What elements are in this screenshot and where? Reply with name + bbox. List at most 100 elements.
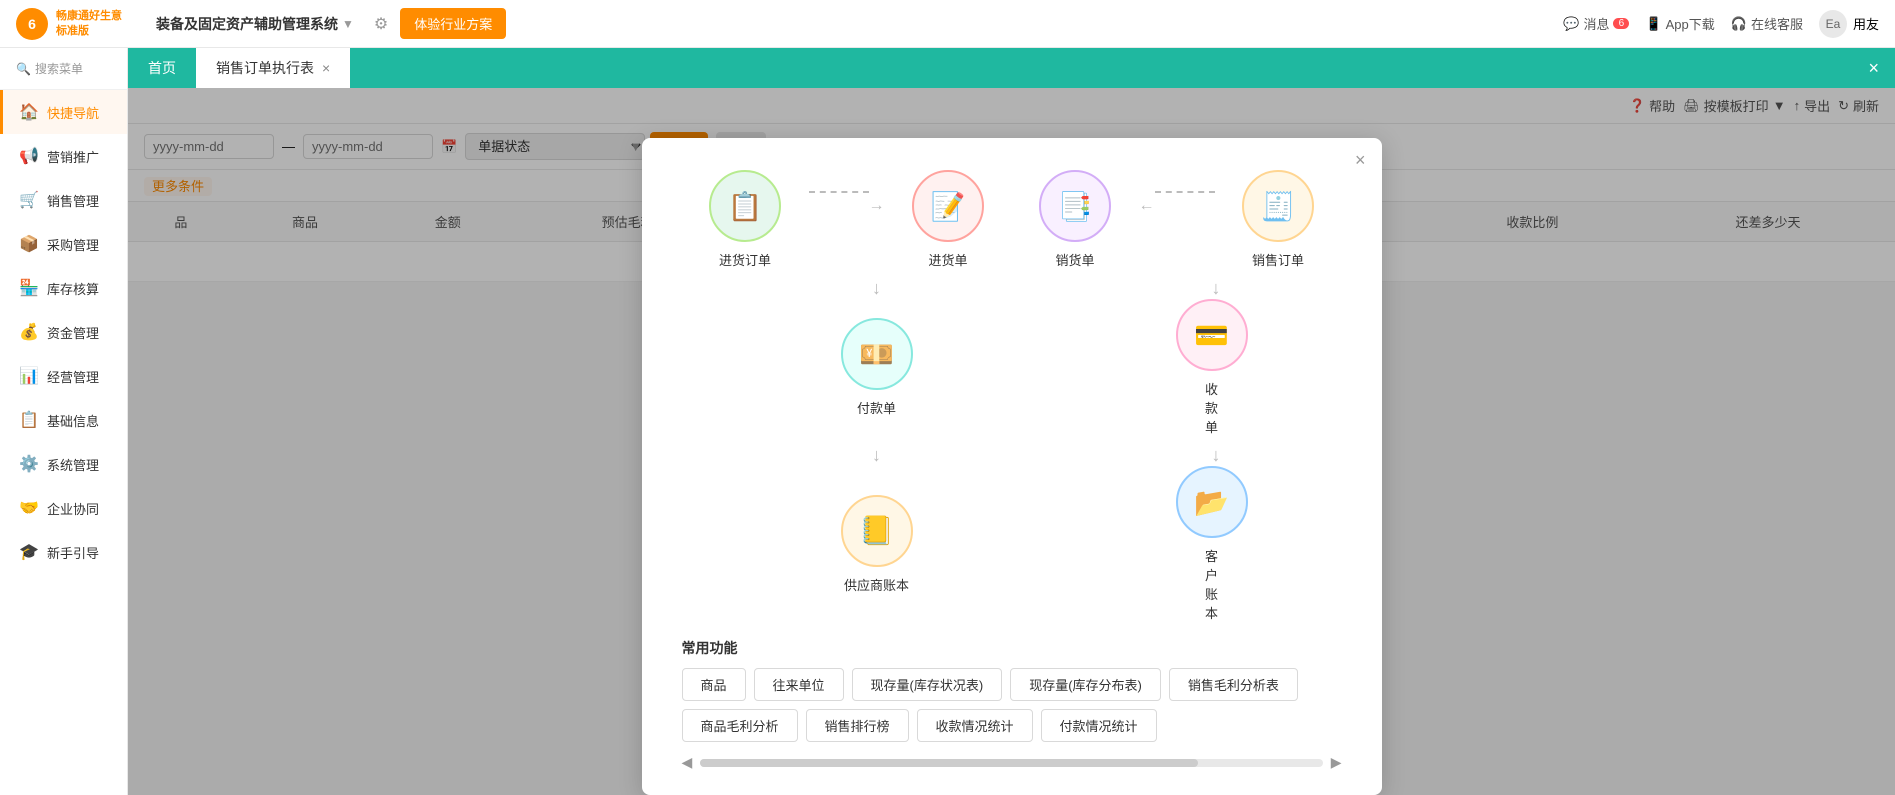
user-area[interactable]: Ea 用友 <box>1819 10 1879 38</box>
flow-node-supplier-ledger: 📒 供应商账本 <box>812 495 942 594</box>
logo-area: 6 畅康通好生意 标准版 <box>16 8 144 40</box>
flow-row-2: 💴 付款单 💳 收款单 <box>682 299 1342 436</box>
sidebar-nav: 🏠 快捷导航 📢营销推广 🛒 销售管理 📦 采购管理 🏪库存核算💰资金管理 📊 经营管理 📋基础信息… <box>0 90 127 574</box>
down-arrow-receipt: ↓ <box>1212 444 1342 466</box>
func-btn-2[interactable]: 现存量(库存状况表) <box>852 668 1003 701</box>
flow-node-customer-ledger: 📂 客户账本 <box>1212 466 1342 622</box>
app-download-button[interactable]: 📱 App下载 <box>1645 14 1714 33</box>
newbie-nav-icon: 🎓 <box>19 542 39 562</box>
sales-bill-icon: 📑 <box>1058 190 1093 223</box>
dashed-line-2 <box>1155 191 1215 193</box>
tab-sales-order-exec[interactable]: 销售订单执行表 × <box>196 48 350 88</box>
tab-bar-close-icon[interactable]: × <box>1868 58 1879 78</box>
func-btn-0[interactable]: 商品 <box>682 668 746 701</box>
customer-ledger-circle[interactable]: 📂 <box>1176 466 1248 538</box>
down-arrow-purchase: ↓ <box>812 277 942 299</box>
logo-icon: 6 <box>16 8 48 40</box>
operations-nav-icon: 📊 <box>19 366 39 386</box>
tab-close-icon[interactable]: × <box>322 60 330 76</box>
main-area: 🔍 搜索菜单 🏠 快捷导航 📢营销推广 🛒 销售管理 📦 采购管理 🏪库存核算💰资金管理 📊 经营… <box>0 48 1895 795</box>
sidebar-item-purchase[interactable]: 📦 采购管理 <box>0 222 127 266</box>
receipt-circle[interactable]: 💳 <box>1176 299 1248 371</box>
supplier-ledger-label: 供应商账本 <box>844 575 909 594</box>
sales-nav-label: 销售管理 <box>47 191 99 210</box>
message-icon: 💬 <box>1563 16 1579 32</box>
app-container: 6 畅康通好生意 标准版 装备及固定资产辅助管理系统 ▼ ⚙ 体验行业方案 💬 … <box>0 0 1895 795</box>
trial-button[interactable]: 体验行业方案 <box>400 8 506 39</box>
sidebar-search-area[interactable]: 🔍 搜索菜单 <box>0 48 127 90</box>
sales-order-label: 销售订单 <box>1252 250 1304 269</box>
left-arrow-2: ← <box>1139 197 1155 215</box>
quick-nav-label: 快捷导航 <box>47 103 99 122</box>
func-btn-7[interactable]: 收款情况统计 <box>917 709 1033 742</box>
arrow-1: → <box>809 191 885 249</box>
payment-label: 付款单 <box>857 398 896 417</box>
sales-order-icon: 🧾 <box>1261 190 1296 223</box>
purchase-bill-icon: 📝 <box>931 190 966 223</box>
dropdown-arrow-icon[interactable]: ▼ <box>342 17 354 31</box>
sidebar-item-inventory[interactable]: 🏪库存核算 <box>0 266 127 310</box>
common-func-title: 常用功能 <box>682 638 1342 658</box>
sidebar-item-finance[interactable]: 💰资金管理 <box>0 310 127 354</box>
purchase-order-circle[interactable]: 📋 <box>709 170 781 242</box>
page-content: ❓ 帮助 🖨 按模板打印 ▼ ↑ 导出 <box>128 88 1895 795</box>
func-btn-6[interactable]: 销售排行榜 <box>806 709 909 742</box>
arrow-2: ← <box>1139 191 1215 249</box>
supplier-ledger-circle[interactable]: 📒 <box>841 495 913 567</box>
sidebar-item-quick[interactable]: 🏠 快捷导航 <box>0 90 127 134</box>
flow-node-sales-order: 🧾 销售订单 <box>1215 170 1342 269</box>
down-arrow-sales: ↓ <box>1212 277 1342 299</box>
top-right-actions: 💬 消息 6 📱 App下载 🎧 在线客服 Ea 用友 <box>1563 10 1879 38</box>
system-title: 装备及固定资产辅助管理系统 ▼ <box>156 14 354 34</box>
sales-bill-circle[interactable]: 📑 <box>1039 170 1111 242</box>
sidebar-item-basic[interactable]: 📋基础信息 <box>0 398 127 442</box>
receipt-label: 收款单 <box>1205 379 1218 436</box>
modal-close-button[interactable]: × <box>1355 150 1366 171</box>
headset-icon: 🎧 <box>1731 16 1747 32</box>
avatar: Ea <box>1819 10 1847 38</box>
func-btn-3[interactable]: 现存量(库存分布表) <box>1010 668 1161 701</box>
func-btn-8[interactable]: 付款情况统计 <box>1041 709 1157 742</box>
sidebar-item-marketing[interactable]: 📢营销推广 <box>0 134 127 178</box>
search-icon: 🔍 <box>16 62 31 76</box>
sidebar-item-operations[interactable]: 📊 经营管理 <box>0 354 127 398</box>
purchase-bill-circle[interactable]: 📝 <box>912 170 984 242</box>
func-buttons: 商品往来单位现存量(库存状况表)现存量(库存分布表)销售毛利分析表商品毛利分析销… <box>682 668 1342 742</box>
payment-icon: 💴 <box>859 338 894 371</box>
message-button[interactable]: 💬 消息 6 <box>1563 14 1629 33</box>
func-btn-1[interactable]: 往来单位 <box>754 668 844 701</box>
sidebar-item-system[interactable]: ⚙️系统管理 <box>0 442 127 486</box>
flow-node-payment: 💴 付款单 <box>812 318 942 417</box>
quick-nav-icon: 🏠 <box>19 102 39 122</box>
sidebar: 🔍 搜索菜单 🏠 快捷导航 📢营销推广 🛒 销售管理 📦 采购管理 🏪库存核算💰资金管理 📊 经营… <box>0 48 128 795</box>
purchase-nav-label: 采购管理 <box>47 235 99 254</box>
scroll-left-icon[interactable]: ◀ <box>682 754 693 771</box>
func-btn-4[interactable]: 销售毛利分析表 <box>1169 668 1298 701</box>
system-nav-label: 系统管理 <box>47 455 99 474</box>
inventory-nav-icon: 🏪 <box>19 278 39 298</box>
sales-nav-icon: 🛒 <box>19 190 39 210</box>
sidebar-item-sales[interactable]: 🛒 销售管理 <box>0 178 127 222</box>
search-menu-button[interactable]: 🔍 搜索菜单 <box>8 56 119 81</box>
scroll-right-icon[interactable]: ▶ <box>1331 754 1342 771</box>
purchase-nav-icon: 📦 <box>19 234 39 254</box>
flow-row-1: 📋 进货订单 → <box>682 170 1342 269</box>
app-download-icon: 📱 <box>1645 16 1661 32</box>
flow-node-purchase-order: 📋 进货订单 <box>682 170 809 269</box>
purchase-order-icon: 📋 <box>728 190 763 223</box>
tab-home[interactable]: 首页 <box>128 48 196 88</box>
right-arrow-1: → <box>869 197 885 215</box>
sidebar-item-collab[interactable]: 🤝企业协同 <box>0 486 127 530</box>
purchase-bill-label: 进货单 <box>928 250 967 269</box>
func-btn-5[interactable]: 商品毛利分析 <box>682 709 798 742</box>
marketing-nav-icon: 📢 <box>19 146 39 166</box>
settings-icon[interactable]: ⚙ <box>374 14 388 34</box>
online-service-button[interactable]: 🎧 在线客服 <box>1731 14 1803 33</box>
sales-order-circle[interactable]: 🧾 <box>1242 170 1314 242</box>
content-area: 首页 销售订单执行表 × × ❓ <box>128 48 1895 795</box>
sidebar-item-newbie[interactable]: 🎓新手引导 <box>0 530 127 574</box>
scroll-track[interactable] <box>700 759 1322 767</box>
operations-nav-label: 经营管理 <box>47 367 99 386</box>
payment-circle[interactable]: 💴 <box>841 318 913 390</box>
basic-nav-label: 基础信息 <box>47 411 99 430</box>
